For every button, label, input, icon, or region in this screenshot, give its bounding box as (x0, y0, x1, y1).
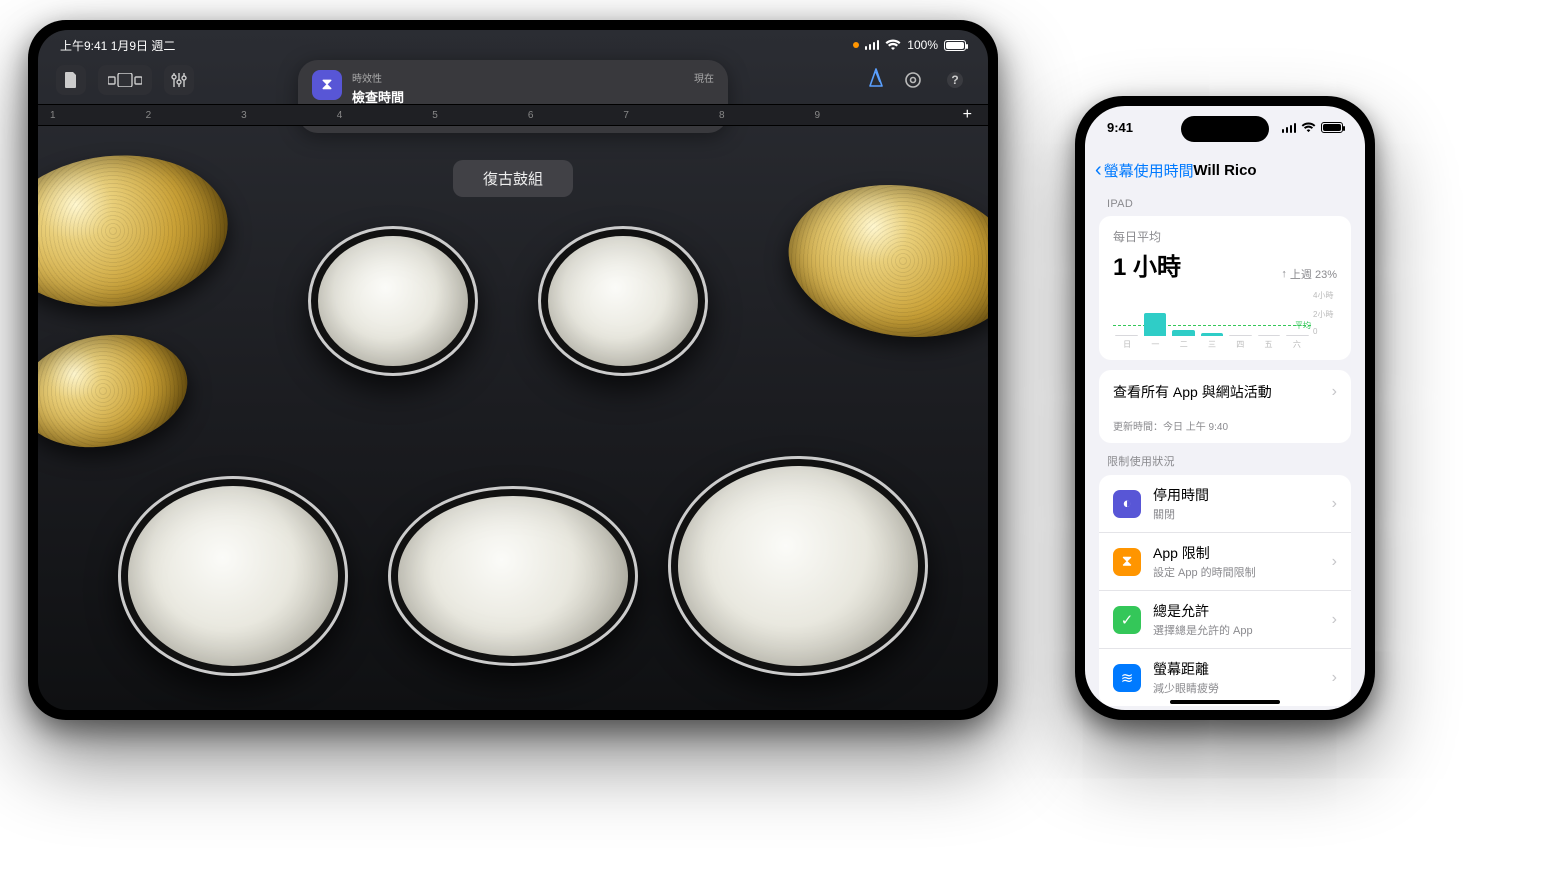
row-icon: ◐ (1113, 490, 1141, 518)
chevron-right-icon: › (1332, 495, 1337, 513)
view-all-activity-card: 查看所有 App 與網站活動 › 更新時間：今日 上午 9:40 (1099, 370, 1351, 443)
settings-button[interactable] (898, 65, 928, 95)
row-icon: ≋ (1113, 664, 1141, 692)
row-title: 總是允許 (1153, 601, 1320, 621)
wifi-icon (885, 39, 901, 51)
trend-text: 上週 23% (1290, 266, 1337, 282)
wifi-icon (1301, 122, 1316, 133)
crash-cymbal-right[interactable] (779, 171, 988, 352)
rack-tom-1[interactable] (308, 226, 478, 376)
row-icon: ⧗ (1113, 548, 1141, 576)
limits-row[interactable]: ◐ 停用時間關閉 › (1099, 475, 1351, 532)
notification-category: 時效性 (352, 70, 382, 85)
track-controls-button[interactable] (164, 65, 194, 95)
chevron-right-icon: › (1332, 383, 1337, 401)
ipad-status-left: 上午9:41 1月9日 週二 (60, 37, 175, 54)
limits-list: ◐ 停用時間關閉 › ⧗ App 限制設定 App 的時間限制 › ✓ 總是允許選擇總是允許的… (1099, 475, 1351, 706)
cellular-icon (1282, 123, 1297, 133)
daily-average-value: 1 小時 (1113, 247, 1181, 282)
iphone-screen: 9:41 ‹ 螢幕使用時間 Will Rico IPAD 每日平均 1 小時 (1085, 106, 1365, 710)
limits-row[interactable]: ⧗ App 限制設定 App 的時間限制 › (1099, 532, 1351, 590)
browser-button[interactable] (98, 65, 152, 95)
dynamic-island (1181, 116, 1269, 142)
metronome-button[interactable] (866, 68, 886, 93)
row-title: App 限制 (1153, 543, 1320, 563)
daily-usage-card: 每日平均 1 小時 ↑ 上週 23% 4小時2小時0 平均 日一二三四 (1099, 216, 1351, 360)
daily-average-label: 每日平均 (1113, 228, 1181, 245)
battery-percent: 100% (907, 38, 938, 52)
screen-time-content: IPAD 每日平均 1 小時 ↑ 上週 23% 4小時2小時0 (1085, 190, 1365, 710)
limits-row[interactable]: ✓ 總是允許選擇總是允許的 App › (1099, 590, 1351, 648)
home-indicator[interactable] (1170, 700, 1280, 704)
hi-hat-cymbal[interactable] (38, 322, 196, 460)
battery-icon (944, 40, 966, 51)
my-songs-button[interactable] (56, 65, 86, 95)
back-button[interactable]: ‹ 螢幕使用時間 (1095, 160, 1194, 181)
ruler-marks: 123456789 (50, 110, 820, 121)
trend-arrow-icon: ↑ (1281, 268, 1287, 280)
ipad-screen: 上午9:41 1月9日 週二 100% (38, 30, 988, 710)
limits-row[interactable]: ≋ 螢幕距離減少眼睛疲勞 › (1099, 648, 1351, 706)
section-device-label: IPAD (1107, 198, 1351, 210)
navigation-bar: ‹ 螢幕使用時間 Will Rico (1085, 150, 1365, 190)
ipad-status-right: 100% (853, 38, 966, 52)
view-all-activity-label: 查看所有 App 與網站活動 (1113, 382, 1272, 402)
snare-drum[interactable] (118, 476, 348, 676)
trend-indicator: ↑ 上週 23% (1281, 266, 1337, 282)
iphone-device: 9:41 ‹ 螢幕使用時間 Will Rico IPAD 每日平均 1 小時 (1075, 96, 1375, 720)
chevron-right-icon: › (1332, 611, 1337, 629)
row-subtitle: 選擇總是允許的 App (1153, 622, 1320, 638)
rack-tom-2[interactable] (538, 226, 708, 376)
crash-cymbal-left[interactable] (38, 144, 235, 317)
ipad-device: 上午9:41 1月9日 週二 100% (28, 20, 998, 720)
ipad-status-bar: 上午9:41 1月9日 週二 100% (38, 36, 988, 54)
drum-kit (38, 126, 988, 710)
section-limits-label: 限制使用狀況 (1107, 453, 1351, 469)
notification-when: 現在 (694, 70, 714, 85)
row-title: 螢幕距離 (1153, 659, 1320, 679)
kick-drum[interactable] (388, 486, 638, 666)
help-button[interactable]: ? (940, 65, 970, 95)
chevron-right-icon: › (1332, 669, 1337, 687)
iphone-time: 9:41 (1107, 120, 1133, 135)
view-all-activity-row[interactable]: 查看所有 App 與網站活動 › (1099, 370, 1351, 414)
add-track-button[interactable]: + (963, 106, 976, 124)
updated-time: 更新時間：今日 上午 9:40 (1099, 414, 1351, 443)
usage-bar-chart: 4小時2小時0 平均 日一二三四五六 (1113, 290, 1337, 348)
page-title: Will Rico (1193, 162, 1256, 179)
row-title: 停用時間 (1153, 485, 1320, 505)
floor-tom[interactable] (668, 456, 928, 676)
svg-text:?: ? (951, 73, 958, 87)
hourglass-icon: ⧗ (312, 70, 342, 100)
row-icon: ✓ (1113, 606, 1141, 634)
row-subtitle: 減少眼睛疲勞 (1153, 680, 1320, 696)
battery-icon (1321, 122, 1343, 133)
chevron-right-icon: › (1332, 553, 1337, 571)
cellular-icon (865, 40, 880, 50)
recording-indicator-icon (853, 42, 859, 48)
row-subtitle: 關閉 (1153, 506, 1320, 522)
chevron-left-icon: ‹ (1095, 160, 1102, 180)
back-label: 螢幕使用時間 (1104, 160, 1194, 181)
timeline-ruler[interactable]: 123456789 + (38, 104, 988, 126)
row-subtitle: 設定 App 的時間限制 (1153, 564, 1320, 580)
